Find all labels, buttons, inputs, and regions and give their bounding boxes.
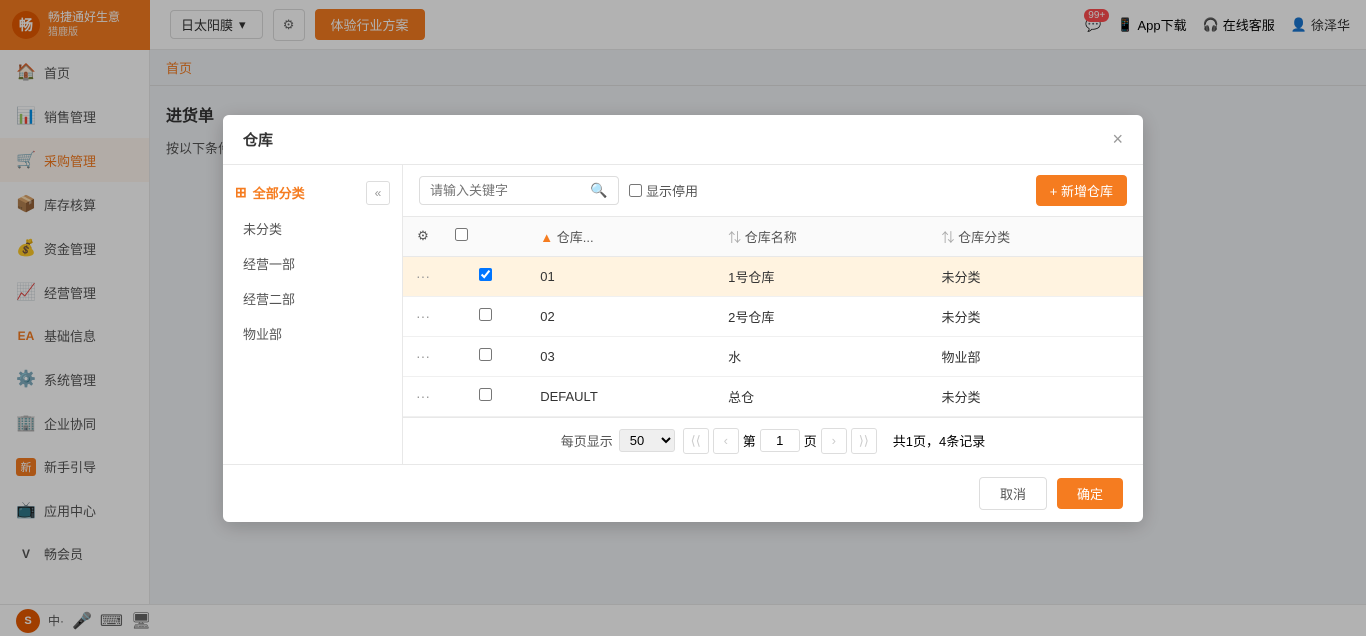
grid-icon: ⊞ [235, 184, 247, 201]
modal-body: ⊞ 全部分类 « 未分类 经营一部 经营二部 物业部 [223, 165, 1143, 464]
row-action-button[interactable]: ··· [416, 268, 430, 284]
table-row[interactable]: ··· 03 水 物业部 [403, 336, 1143, 376]
row-action-button[interactable]: ··· [416, 348, 430, 364]
checkbox-cell [443, 376, 528, 416]
prev-page-button[interactable]: ‹ [713, 428, 739, 454]
search-box: 🔍 [419, 176, 619, 205]
category-cell: 未分类 [930, 376, 1143, 416]
category-cell: 未分类 [930, 256, 1143, 296]
add-warehouse-button[interactable]: + 新增仓库 [1036, 175, 1127, 206]
row-action-button[interactable]: ··· [416, 388, 430, 404]
next-page-button[interactable]: › [821, 428, 847, 454]
category-panel: ⊞ 全部分类 « 未分类 经营一部 经营二部 物业部 [223, 165, 403, 464]
name-cell: 1号仓库 [716, 256, 929, 296]
page-input[interactable] [760, 429, 800, 452]
warehouse-table: ⚙ ▲ 仓库... ⇅ [403, 217, 1143, 417]
modal-overlay: 仓库 × ⊞ 全部分类 « 未分类 经营一部 [0, 0, 1366, 636]
checkbox-column-header [443, 217, 528, 257]
checkbox-cell [443, 296, 528, 336]
search-input[interactable] [430, 183, 590, 198]
action-cell: ··· [403, 296, 443, 336]
category-item-uncategorized[interactable]: 未分类 [223, 211, 402, 246]
name-cell: 总仓 [716, 376, 929, 416]
page-navigation: ⟨⟨ ‹ 第 页 › ⟩⟩ [683, 428, 877, 454]
sort-icon2: ⇅ [728, 230, 741, 245]
collapse-button[interactable]: « [366, 181, 390, 205]
search-icon[interactable]: 🔍 [590, 182, 607, 199]
category-item-ops2[interactable]: 经营二部 [223, 281, 402, 316]
code-cell: 02 [528, 296, 716, 336]
table-scroll: ⚙ ▲ 仓库... ⇅ [403, 217, 1143, 417]
name-cell: 2号仓库 [716, 296, 929, 336]
total-info: 共1页，4条记录 [893, 431, 985, 450]
row-action-button[interactable]: ··· [416, 308, 430, 324]
row-checkbox[interactable] [479, 308, 492, 321]
per-page-label: 每页显示 [561, 431, 613, 450]
table-row[interactable]: ··· 02 2号仓库 未分类 [403, 296, 1143, 336]
category-item-property[interactable]: 物业部 [223, 316, 402, 351]
all-category[interactable]: ⊞ 全部分类 [235, 183, 305, 202]
pagination: 每页显示 50 20 100 ⟨⟨ ‹ 第 页 › [403, 417, 1143, 464]
name-column-header: ⇅ 仓库名称 [716, 217, 929, 257]
show-disabled-label: 显示停用 [629, 181, 698, 200]
row-checkbox[interactable] [479, 388, 492, 401]
category-item-ops1[interactable]: 经营一部 [223, 246, 402, 281]
checkbox-cell [443, 336, 528, 376]
code-column-header: ▲ 仓库... [528, 217, 716, 257]
confirm-button[interactable]: 确定 [1057, 478, 1123, 509]
code-cell: 03 [528, 336, 716, 376]
warehouse-modal: 仓库 × ⊞ 全部分类 « 未分类 经营一部 [223, 115, 1143, 522]
close-icon[interactable]: × [1112, 129, 1123, 150]
all-category-label: 全部分类 [253, 183, 305, 202]
gear-column-header: ⚙ [403, 217, 443, 257]
code-cell: DEFAULT [528, 376, 716, 416]
category-cell: 物业部 [930, 336, 1143, 376]
sort-icon3: ⇅ [942, 230, 955, 245]
sort-icon: ▲ [540, 230, 553, 245]
category-column-header: ⇅ 仓库分类 [930, 217, 1143, 257]
category-header: ⊞ 全部分类 « [223, 175, 402, 211]
row-checkbox[interactable] [479, 268, 492, 281]
code-cell: 01 [528, 256, 716, 296]
table-panel: 🔍 显示停用 + 新增仓库 ⚙ [403, 165, 1143, 464]
page-suffix: 页 [804, 431, 817, 450]
modal-header: 仓库 × [223, 115, 1143, 165]
per-page-select[interactable]: 50 20 100 [619, 429, 675, 452]
checkbox-cell [443, 256, 528, 296]
modal-footer: 取消 确定 [223, 464, 1143, 522]
table-toolbar: 🔍 显示停用 + 新增仓库 [403, 165, 1143, 217]
first-page-button[interactable]: ⟨⟨ [683, 428, 709, 454]
gear-icon: ⚙ [417, 228, 429, 243]
per-page-selector: 每页显示 50 20 100 [561, 429, 675, 452]
modal-title: 仓库 [243, 129, 273, 150]
action-cell: ··· [403, 376, 443, 416]
last-page-button[interactable]: ⟩⟩ [851, 428, 877, 454]
select-all-checkbox[interactable] [455, 228, 468, 241]
show-disabled-checkbox[interactable] [629, 184, 642, 197]
action-cell: ··· [403, 336, 443, 376]
category-cell: 未分类 [930, 296, 1143, 336]
row-checkbox[interactable] [479, 348, 492, 361]
action-cell: ··· [403, 256, 443, 296]
page-label: 第 [743, 431, 756, 450]
cancel-button[interactable]: 取消 [979, 477, 1047, 510]
table-row[interactable]: ··· 01 1号仓库 未分类 [403, 256, 1143, 296]
table-row[interactable]: ··· DEFAULT 总仓 未分类 [403, 376, 1143, 416]
name-cell: 水 [716, 336, 929, 376]
